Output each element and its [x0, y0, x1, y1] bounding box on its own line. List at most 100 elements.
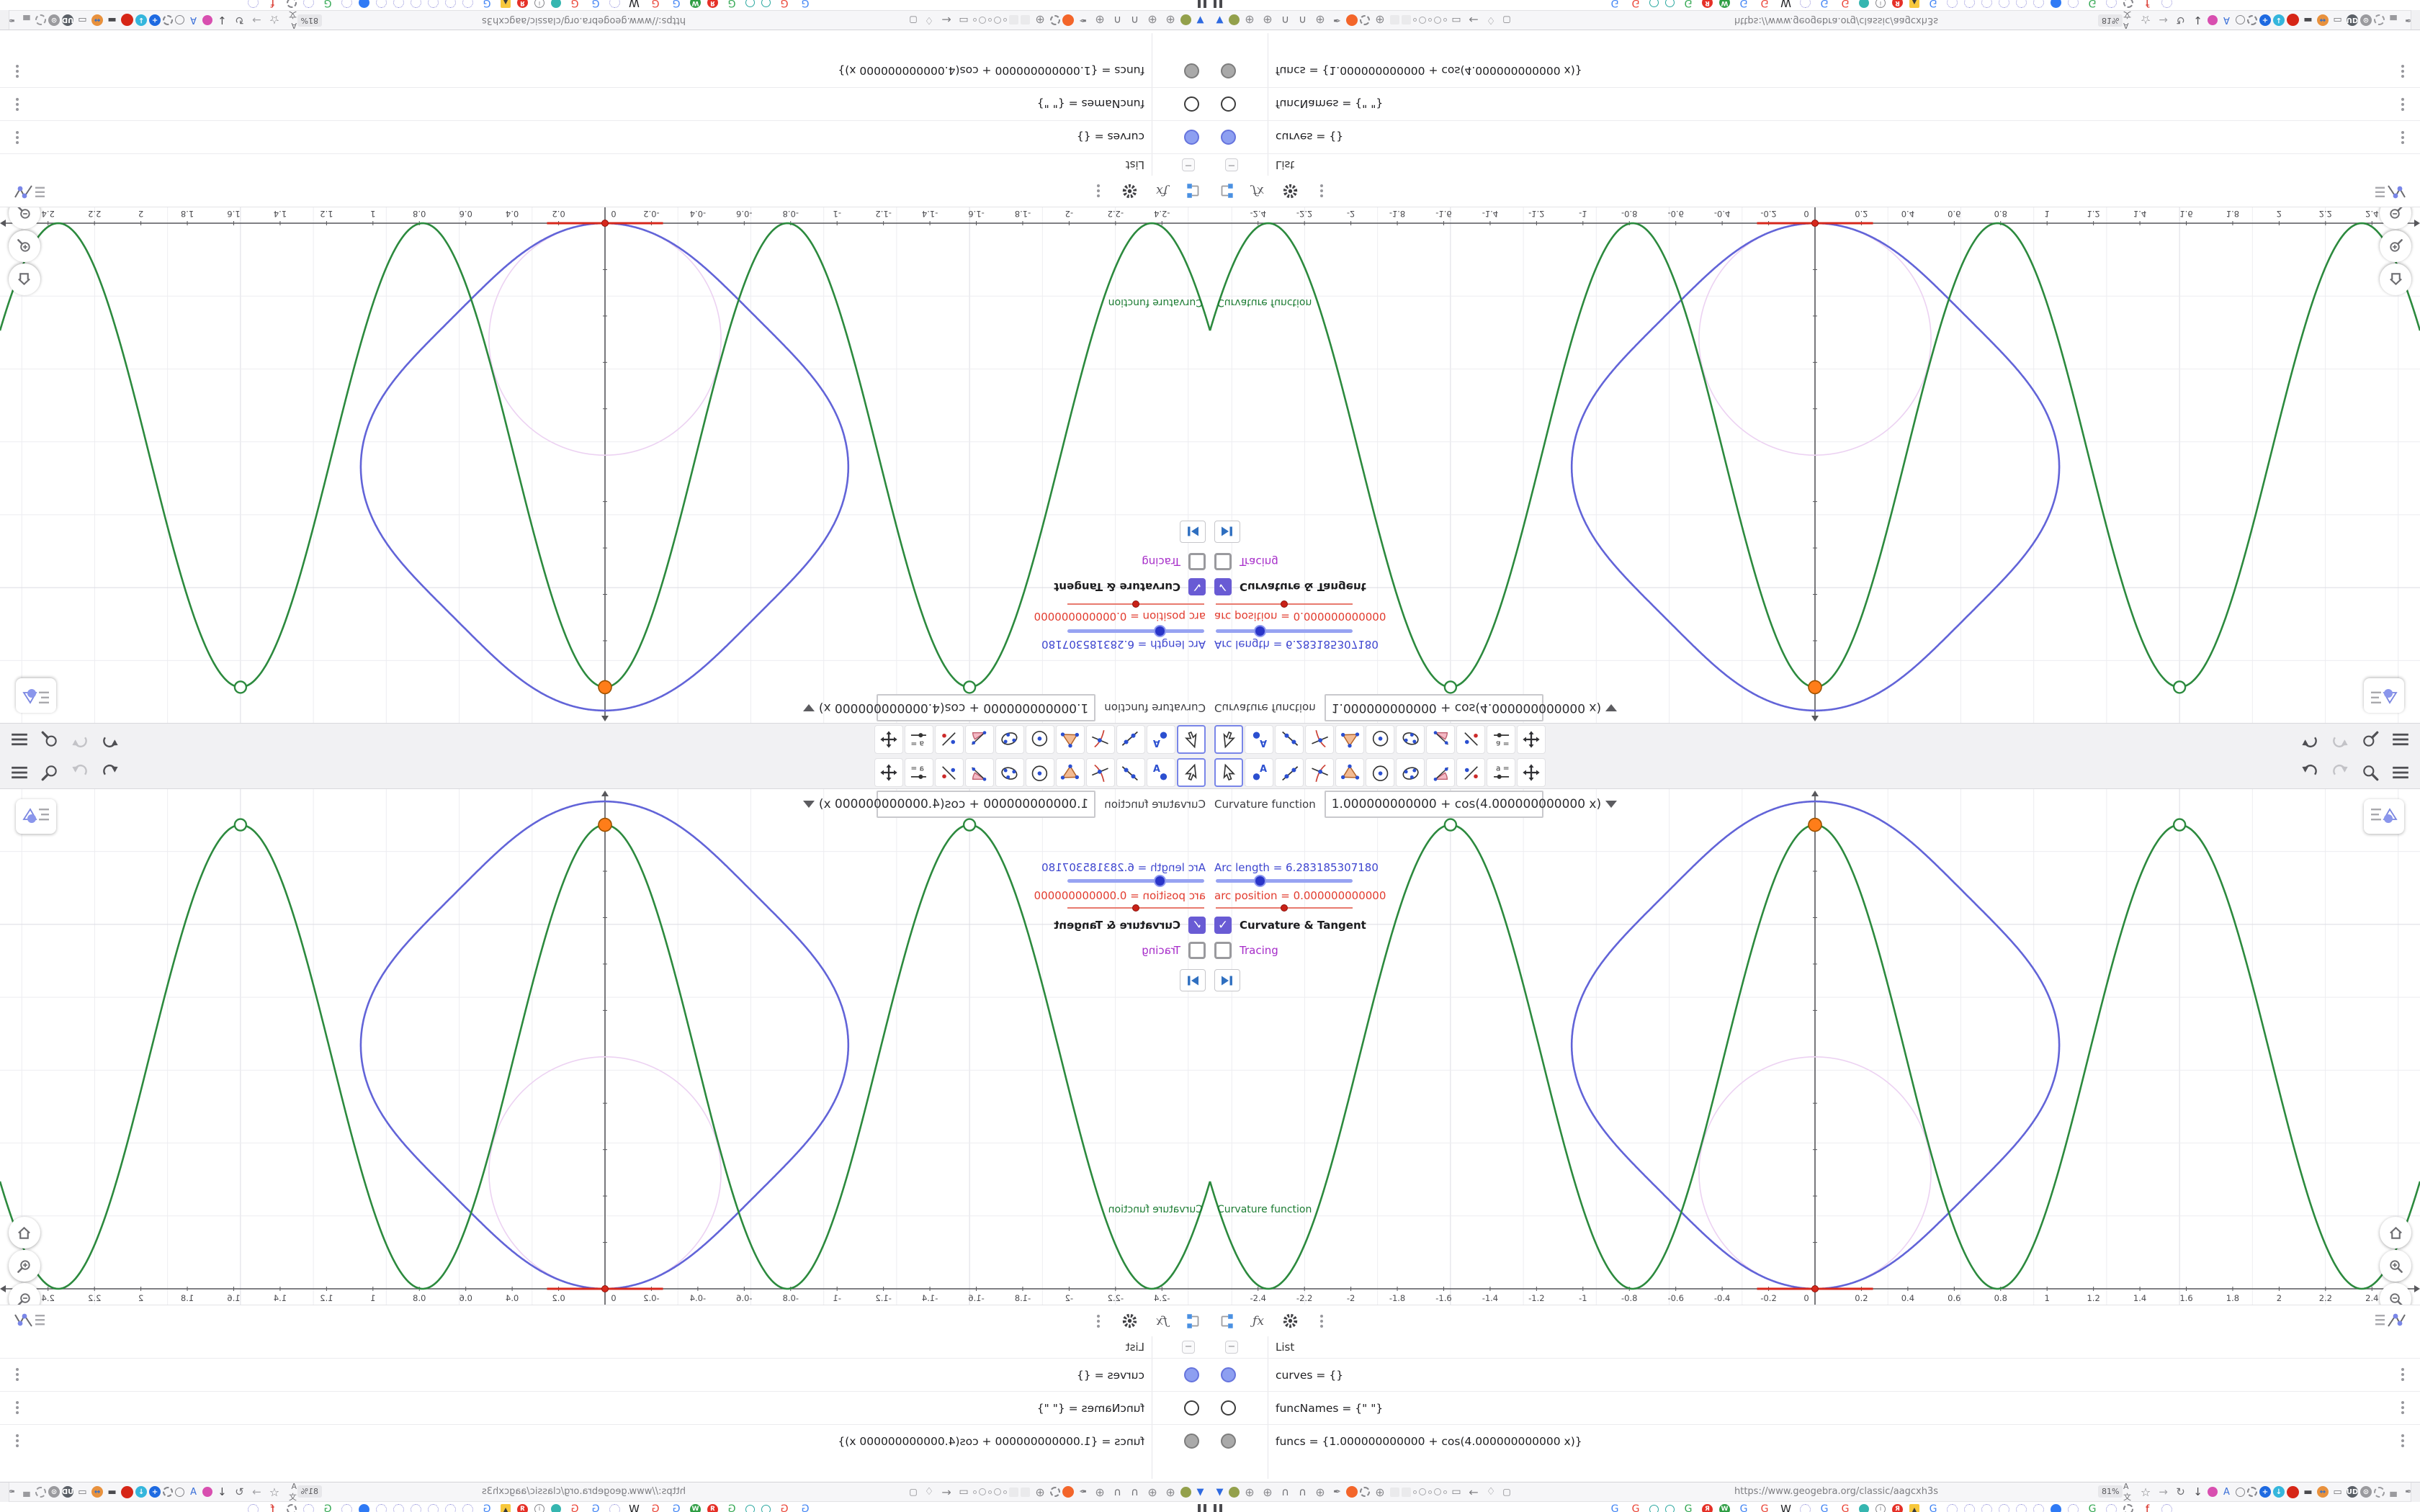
tool-intersect[interactable] [1305, 757, 1334, 787]
teal-ring-icon[interactable] [761, 1504, 771, 1512]
w-green-icon[interactable]: W [690, 0, 701, 9]
home-button[interactable] [9, 1217, 40, 1248]
facebook-red-icon[interactable]: f [2140, 0, 2155, 9]
bookmark-star-icon[interactable]: ☆ [2138, 14, 2154, 27]
globe-icon[interactable]: ⊕ [1162, 1485, 1178, 1499]
translate2-icon[interactable]: A [2220, 15, 2233, 26]
row-menu-icon[interactable] [16, 131, 19, 144]
circle-icon[interactable] [1434, 1488, 1441, 1495]
google-icon[interactable]: G [1817, 0, 1832, 9]
tool-point[interactable]: A [1245, 757, 1273, 787]
wikipedia-icon[interactable]: W [1778, 0, 1793, 9]
tool-line[interactable] [1116, 757, 1145, 787]
google-icon[interactable]: G [669, 1503, 684, 1512]
globe-gray-icon[interactable] [35, 1486, 46, 1498]
zoom-level-badge[interactable]: 81% [297, 1485, 322, 1498]
visibility-marble[interactable] [1184, 1367, 1199, 1382]
gear-icon[interactable] [2123, 0, 2133, 8]
google-icon[interactable]: G [1838, 0, 1852, 9]
google-icon[interactable]: G [1681, 0, 1695, 9]
row-menu-icon[interactable] [2401, 65, 2404, 78]
tree-view-icon[interactable] [1216, 181, 1237, 202]
algebra-row[interactable]: funcs = {1.000000000000 + cos(4.00000000… [0, 1424, 1210, 1457]
gear-icon[interactable] [2247, 1487, 2257, 1497]
visibility-marble[interactable] [1221, 130, 1236, 145]
shield-icon[interactable]: ♢ [922, 14, 936, 26]
graphics-stylebar-button[interactable] [2364, 678, 2404, 713]
gear-icon[interactable] [1050, 1487, 1060, 1497]
tool-move-view[interactable] [874, 757, 903, 787]
more-options-icon[interactable] [1311, 1310, 1332, 1332]
record-icon[interactable] [2287, 1485, 2299, 1498]
olive-circle-icon[interactable] [1229, 14, 1240, 26]
highlighter-icon[interactable] [202, 15, 212, 25]
olive-circle-icon[interactable] [1180, 14, 1191, 26]
google-icon[interactable]: G [777, 0, 792, 9]
tool-slider[interactable]: a = 2 [1487, 757, 1515, 787]
dot-icon[interactable] [1413, 18, 1417, 22]
yandex-icon[interactable]: Я [1892, 1503, 1903, 1512]
placeholder-icon[interactable] [248, 1503, 259, 1512]
step-forward-button[interactable] [1180, 969, 1206, 991]
spiral-icon[interactable] [1859, 1504, 1869, 1512]
firefox-icon[interactable] [1062, 1486, 1074, 1498]
algebra-view-logo-icon[interactable] [2374, 1310, 2407, 1335]
back-arrow-icon[interactable]: ← [1466, 14, 1482, 27]
puzzle-icon[interactable]: ▄ [2387, 1487, 2400, 1497]
algebra-view-logo-icon[interactable] [13, 177, 46, 202]
arc-position-slider[interactable] [1216, 600, 1353, 608]
algebra-row[interactable]: curves = {} [0, 121, 1210, 154]
visibility-marble[interactable] [1184, 96, 1199, 112]
spiral-icon[interactable] [1859, 0, 1869, 8]
placeholder-icon[interactable] [341, 0, 352, 9]
url-text[interactable]: https://www.geogebra.org/classic/aagcxh3… [482, 1486, 686, 1497]
wrench-icon[interactable]: ✒ [1330, 15, 1344, 26]
google-icon[interactable]: G [725, 0, 739, 9]
placeholder-icon[interactable] [2106, 0, 2117, 9]
tool-angle[interactable] [965, 725, 994, 755]
google-icon[interactable]: G [1628, 0, 1643, 9]
teal-ring-icon[interactable] [1665, 0, 1675, 8]
shield-down-icon[interactable]: ↓ [135, 1486, 147, 1498]
placeholder-icon[interactable] [1999, 0, 2009, 9]
shield2-icon[interactable]: ⊙ [2360, 1486, 2372, 1498]
graphics-view[interactable]: -2.4 -2.2 -2 -1.8 -1.6 -1.4 -1.2 -1 -0.8 -0.6 -0.4… [1210, 197, 2420, 723]
teal-ring-icon[interactable] [1649, 1504, 1659, 1512]
record-icon[interactable] [121, 1485, 133, 1498]
tool-intersect[interactable] [1086, 725, 1115, 755]
google-icon[interactable]: G [1817, 1503, 1832, 1512]
mouse-icon[interactable] [175, 1487, 184, 1497]
visibility-marble[interactable] [1221, 96, 1236, 112]
redo-icon[interactable] [71, 730, 89, 749]
placeholder-icon[interactable] [341, 1503, 352, 1512]
lock-icon[interactable]: ▢ [1500, 15, 1513, 25]
placeholder-icon[interactable] [303, 1503, 314, 1512]
tracing-checkbox[interactable] [1188, 553, 1206, 570]
globe-icon[interactable]: ⊕ [1242, 1485, 1258, 1499]
row-menu-icon[interactable] [16, 65, 19, 78]
zoom-in-button[interactable] [9, 1250, 40, 1282]
search-icon[interactable] [2361, 730, 2380, 749]
refresh-icon[interactable]: ↻ [232, 14, 247, 27]
graph-canvas[interactable]: -2.4 -2.2 -2 -1.8 -1.6 -1.4 -1.2 -1 -0.8 -0.6 -0.4… [1210, 789, 2420, 1305]
tree-view-icon[interactable] [1183, 181, 1204, 202]
google-icon[interactable]: G [1757, 1503, 1772, 1512]
tool-ellipse[interactable] [995, 725, 1024, 755]
globe-gray-icon[interactable] [2374, 1486, 2385, 1498]
placeholder-icon[interactable] [393, 0, 404, 9]
tool-polygon[interactable] [1335, 725, 1364, 755]
image-icon[interactable]: ▲ [501, 1504, 511, 1512]
record-icon[interactable] [121, 14, 133, 27]
ublock-icon[interactable]: UD [2347, 14, 2358, 26]
graphics-stylebar-button[interactable] [16, 799, 56, 834]
google-icon[interactable]: G [669, 0, 684, 9]
google-icon[interactable]: G [648, 1503, 663, 1512]
folder-icon[interactable]: ▭ [956, 14, 971, 26]
back-arrow-icon[interactable]: ← [938, 14, 954, 27]
tool-reflect[interactable] [1456, 757, 1485, 787]
placeholder-icon[interactable] [2161, 0, 2172, 9]
step-forward-button[interactable] [1180, 521, 1206, 543]
tool-circle-center[interactable] [1366, 725, 1394, 755]
google-icon[interactable]: G [321, 0, 335, 9]
placeholder-icon[interactable] [1800, 0, 1811, 9]
